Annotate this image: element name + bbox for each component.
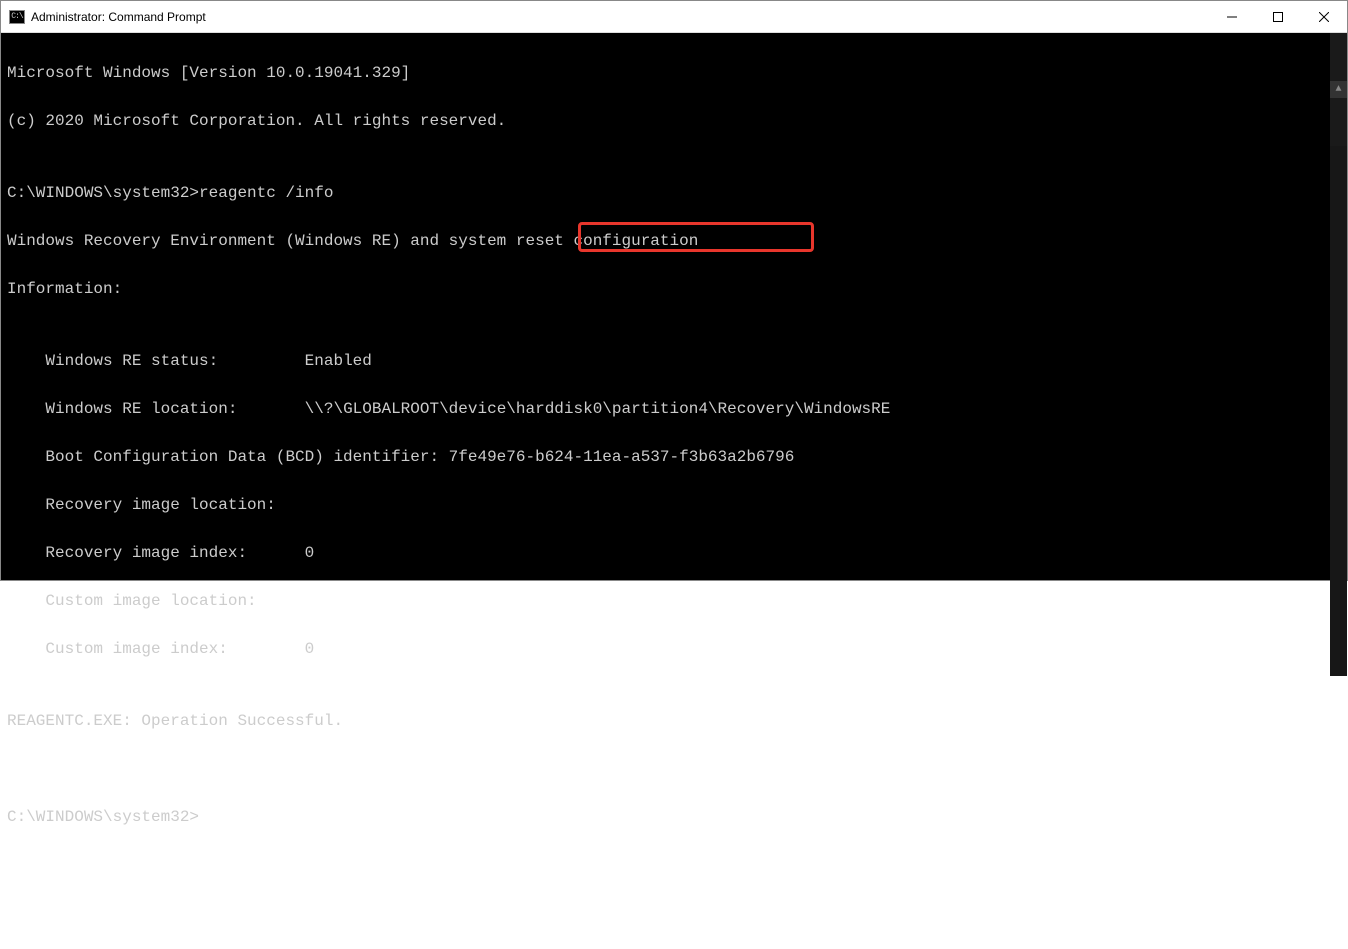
window-controls (1209, 1, 1347, 32)
re-location-prefix: \\?\GLOBALROOT\device\ (305, 400, 516, 418)
operation-result: REAGENTC.EXE: Operation Successful. (7, 709, 1341, 733)
bcd-value: 7fe49e76-b624-11ea-a537-f3b63a2b6796 (449, 448, 795, 466)
close-button[interactable] (1301, 1, 1347, 32)
re-location-suffix: \Recovery\WindowsRE (708, 400, 890, 418)
recovery-image-index-label: Recovery image index: (7, 544, 305, 562)
prompt-line-1: C:\WINDOWS\system32>reagentc /info (7, 181, 1341, 205)
re-status-label: Windows RE status: (7, 352, 305, 370)
titlebar[interactable]: C:\ Administrator: Command Prompt (1, 1, 1347, 33)
re-status-value: Enabled (305, 352, 372, 370)
version-line: Microsoft Windows [Version 10.0.19041.32… (7, 61, 1341, 85)
maximize-button[interactable] (1255, 1, 1301, 32)
custom-image-index-value: 0 (305, 640, 315, 658)
custom-image-location: Custom image location: (7, 589, 1341, 613)
bcd-row: Boot Configuration Data (BCD) identifier… (7, 445, 1341, 469)
recovery-image-index-value: 0 (305, 544, 315, 562)
scroll-up-arrow[interactable]: ▲ (1330, 81, 1347, 98)
custom-image-index-row: Custom image index: 0 (7, 637, 1341, 661)
cmd-icon: C:\ (9, 10, 25, 24)
prompt-path: C:\WINDOWS\system32> (7, 184, 199, 202)
minimize-button[interactable] (1209, 1, 1255, 32)
bcd-label: Boot Configuration Data (BCD) identifier… (7, 448, 449, 466)
recovery-image-location: Recovery image location: (7, 493, 1341, 517)
prompt-line-2: C:\WINDOWS\system32> (7, 805, 1341, 829)
terminal-output[interactable]: Microsoft Windows [Version 10.0.19041.32… (1, 33, 1347, 580)
custom-image-index-label: Custom image index: (7, 640, 305, 658)
window-title: Administrator: Command Prompt (31, 10, 1209, 24)
info-header-1: Windows Recovery Environment (Windows RE… (7, 229, 1341, 253)
recovery-image-index-row: Recovery image index: 0 (7, 541, 1341, 565)
re-location-highlighted: harddisk0\partition4 (516, 400, 708, 418)
re-location-label: Windows RE location: (7, 400, 305, 418)
re-location-row: Windows RE location: \\?\GLOBALROOT\devi… (7, 397, 1341, 421)
copyright-line: (c) 2020 Microsoft Corporation. All righ… (7, 109, 1341, 133)
scroll-track[interactable] (1330, 146, 1347, 676)
scrollbar[interactable]: ▲ (1330, 33, 1347, 580)
info-header-2: Information: (7, 277, 1341, 301)
prompt-command: reagentc /info (199, 184, 333, 202)
re-status-row: Windows RE status: Enabled (7, 349, 1341, 373)
